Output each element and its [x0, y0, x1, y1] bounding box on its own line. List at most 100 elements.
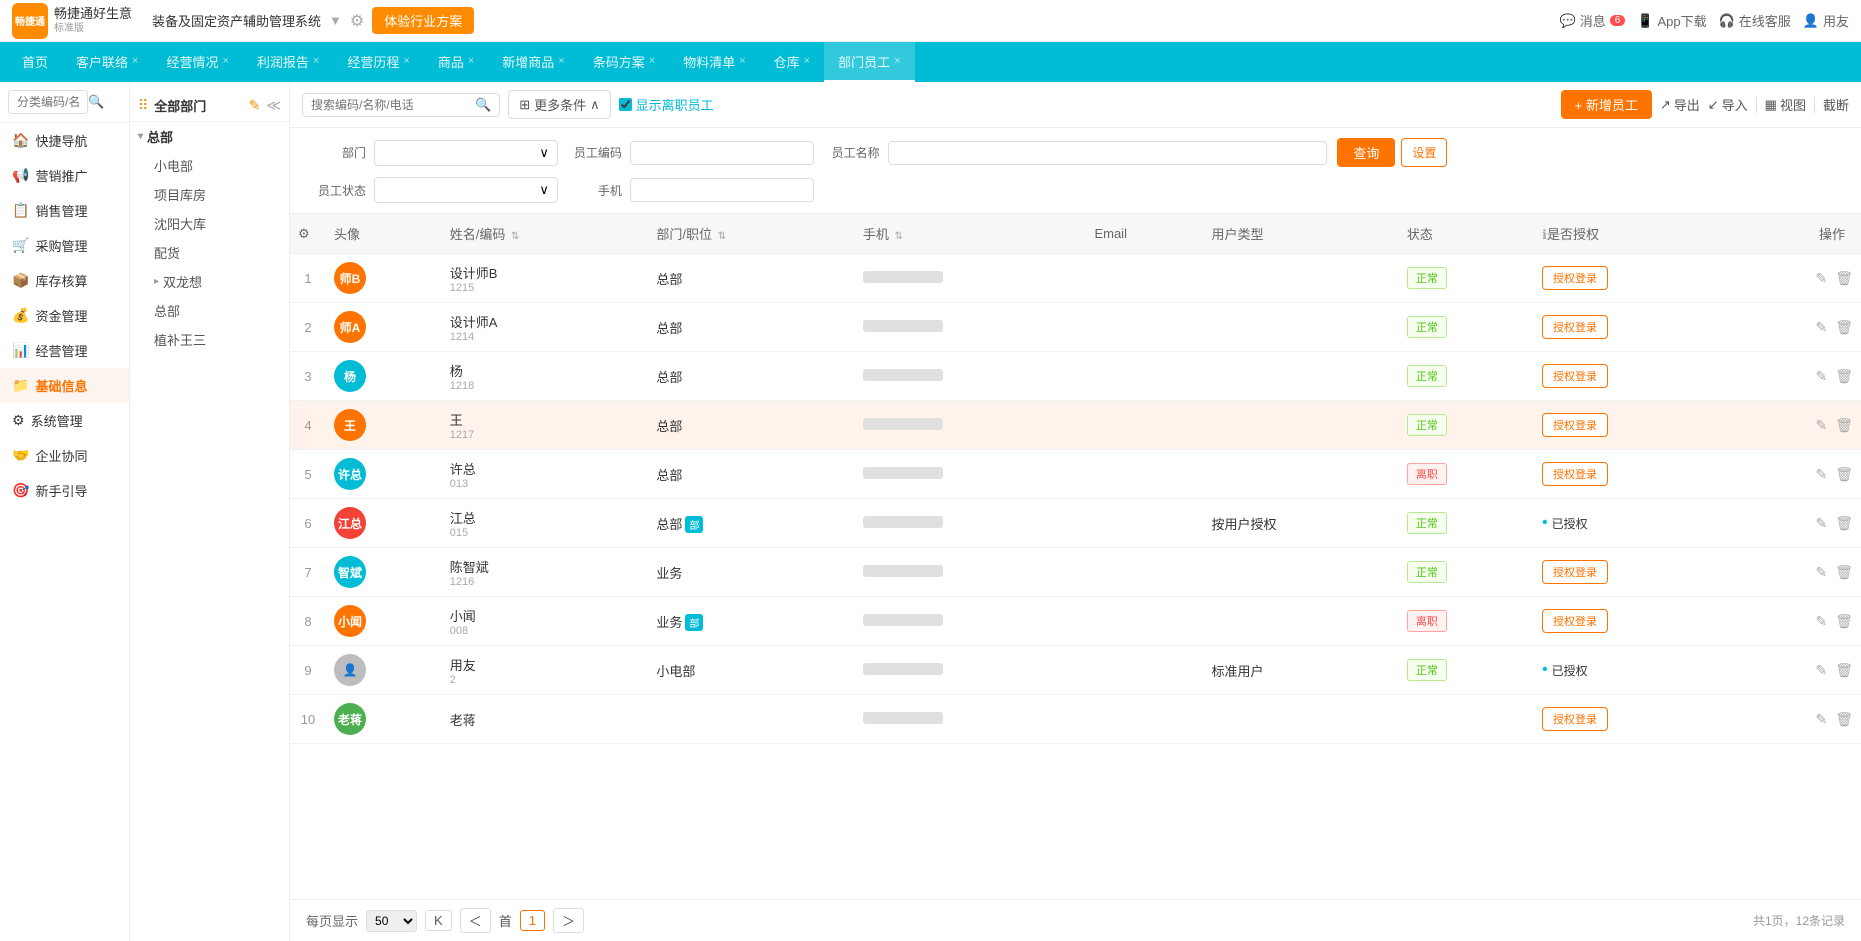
auth-btn[interactable]: 授权登录	[1542, 413, 1608, 437]
sidebar-search-input[interactable]	[8, 90, 88, 114]
delete-btn[interactable]: 🗑	[1835, 711, 1853, 728]
sidebar-item-enterprise[interactable]: 🤝 企业协同	[0, 438, 129, 473]
edit-btn[interactable]: ✎	[1815, 368, 1827, 385]
collapse-tree-icon[interactable]: ≪	[266, 97, 281, 114]
tab-warehouse[interactable]: 仓库×	[760, 42, 824, 82]
tree-node-project[interactable]: 项目库房	[130, 180, 289, 209]
sidebar-item-quick-nav[interactable]: 🏠 快捷导航	[0, 123, 129, 158]
delete-btn[interactable]: 🗑	[1835, 564, 1853, 581]
messages-action[interactable]: 💬 消息 6	[1560, 11, 1626, 30]
next-page-btn[interactable]: ＞	[553, 908, 584, 933]
tab-profit-close[interactable]: ×	[313, 55, 319, 67]
tree-node-zhibusan[interactable]: 植补王三	[130, 325, 289, 354]
tab-add-goods[interactable]: 新增商品×	[488, 42, 578, 82]
sidebar-item-system[interactable]: ⚙ 系统管理	[0, 403, 129, 438]
sidebar-item-inventory[interactable]: 📦 库存核算	[0, 263, 129, 298]
auth-btn[interactable]: 授权登录	[1542, 315, 1608, 339]
auth-btn[interactable]: 授权登录	[1542, 364, 1608, 388]
dept-filter-select[interactable]: ∨	[374, 140, 558, 166]
edit-btn[interactable]: ✎	[1815, 711, 1827, 728]
auth-btn[interactable]: 授权登录	[1542, 707, 1608, 731]
tree-node-zb[interactable]: 总部	[130, 296, 289, 325]
trial-button[interactable]: 体验行业方案	[372, 7, 474, 34]
settings-icon[interactable]: ⚙	[350, 11, 364, 31]
delete-btn[interactable]: 🗑	[1835, 319, 1853, 336]
tab-warehouse-close[interactable]: ×	[804, 55, 810, 67]
edit-btn[interactable]: ✎	[1815, 466, 1827, 483]
tab-goods-close[interactable]: ×	[468, 55, 474, 67]
delete-btn[interactable]: 🗑	[1835, 417, 1853, 434]
col-phone[interactable]: 手机 ⇅	[855, 214, 1087, 254]
tab-material[interactable]: 物料清单×	[669, 42, 759, 82]
tab-process[interactable]: 经营历程×	[333, 42, 423, 82]
edit-btn[interactable]: ✎	[1815, 662, 1827, 679]
emp-status-select[interactable]: ∨	[374, 177, 558, 203]
dropdown-icon[interactable]: ▼	[329, 13, 342, 28]
tab-customer[interactable]: 客户联络×	[62, 42, 152, 82]
settings-small-button[interactable]: 设置	[1401, 138, 1447, 167]
auth-btn[interactable]: 授权登录	[1542, 462, 1608, 486]
tab-barcode[interactable]: 条码方案×	[579, 42, 669, 82]
tab-customer-close[interactable]: ×	[132, 55, 138, 67]
tab-finance-close[interactable]: ×	[222, 55, 228, 67]
app-download-action[interactable]: 📱 App下载	[1637, 11, 1706, 30]
service-action[interactable]: 🎧 在线客服	[1719, 11, 1791, 30]
show-resigned-checkbox[interactable]	[619, 98, 632, 111]
delete-btn[interactable]: 🗑	[1835, 466, 1853, 483]
add-employee-button[interactable]: + 新增员工	[1561, 90, 1652, 119]
edit-btn[interactable]: ✎	[1815, 515, 1827, 532]
tab-add-goods-close[interactable]: ×	[558, 55, 564, 67]
tab-profit[interactable]: 利润报告×	[243, 42, 333, 82]
tab-process-close[interactable]: ×	[403, 55, 409, 67]
sidebar-item-purchase[interactable]: 🛒 采购管理	[0, 228, 129, 263]
tab-finance[interactable]: 经营情况×	[152, 42, 242, 82]
sidebar-item-basic-info[interactable]: 📁 基础信息	[0, 368, 129, 403]
sidebar-item-capital[interactable]: 💰 资金管理	[0, 298, 129, 333]
tree-node-shenyang[interactable]: 沈阳大库	[130, 209, 289, 238]
search-btn-icon[interactable]: 🔍	[475, 97, 491, 113]
tree-node-xiaodian[interactable]: 小电部	[130, 151, 289, 180]
more-button[interactable]: 截断	[1823, 95, 1849, 114]
sidebar-item-sales[interactable]: 📋 销售管理	[0, 193, 129, 228]
col-dept[interactable]: 部门/职位 ⇅	[648, 214, 855, 254]
search-input[interactable]	[311, 98, 471, 112]
auth-btn[interactable]: 授权登录	[1542, 560, 1608, 584]
first-page-btn[interactable]: K	[425, 910, 452, 931]
emp-code-input[interactable]	[630, 141, 814, 165]
prev-page-btn[interactable]: ＜	[460, 908, 491, 933]
delete-btn[interactable]: 🗑	[1835, 270, 1853, 287]
phone-input[interactable]	[630, 178, 814, 202]
delete-btn[interactable]: 🗑	[1835, 662, 1853, 679]
delete-btn[interactable]: 🗑	[1835, 515, 1853, 532]
tree-node-zongbu[interactable]: ▾ 总部	[130, 122, 289, 151]
user-action[interactable]: 👤 用友	[1803, 11, 1849, 30]
sidebar-item-marketing[interactable]: 📢 营销推广	[0, 158, 129, 193]
tab-material-close[interactable]: ×	[739, 55, 745, 67]
edit-btn[interactable]: ✎	[1815, 270, 1827, 287]
edit-btn[interactable]: ✎	[1815, 613, 1827, 630]
edit-btn[interactable]: ✎	[1815, 564, 1827, 581]
delete-btn[interactable]: 🗑	[1835, 613, 1853, 630]
auth-btn[interactable]: 授权登录	[1542, 609, 1608, 633]
edit-btn[interactable]: ✎	[1815, 417, 1827, 434]
show-resigned-checkbox-wrap[interactable]: 显示离职员工	[619, 95, 714, 114]
export-button[interactable]: ↗ 导出	[1660, 95, 1700, 114]
tab-dept-employee[interactable]: 部门员工×	[824, 42, 914, 82]
all-dept-label[interactable]: 全部部门	[154, 96, 242, 115]
tree-node-distribution[interactable]: 配货	[130, 238, 289, 267]
sidebar-item-operation[interactable]: 📊 经营管理	[0, 333, 129, 368]
per-page-select[interactable]: 50 20 100	[366, 910, 417, 932]
tab-barcode-close[interactable]: ×	[649, 55, 655, 67]
sidebar-search-icon[interactable]: 🔍	[88, 94, 104, 110]
view-button[interactable]: ▦ 视图	[1765, 95, 1806, 114]
query-button[interactable]: 查询	[1337, 138, 1395, 167]
col-name-code[interactable]: 姓名/编码 ⇅	[442, 214, 649, 254]
tree-node-shuanglong[interactable]: ▸ 双龙想	[130, 267, 289, 296]
tab-dept-employee-close[interactable]: ×	[894, 55, 900, 67]
tab-home[interactable]: 首页	[8, 42, 62, 82]
edit-btn[interactable]: ✎	[1815, 319, 1827, 336]
delete-btn[interactable]: 🗑	[1835, 368, 1853, 385]
more-conditions-btn[interactable]: ⊞ 更多条件 ∧	[508, 90, 610, 119]
col-settings-icon[interactable]: ⚙	[298, 226, 310, 241]
edit-dept-icon[interactable]: ✎	[249, 97, 261, 114]
